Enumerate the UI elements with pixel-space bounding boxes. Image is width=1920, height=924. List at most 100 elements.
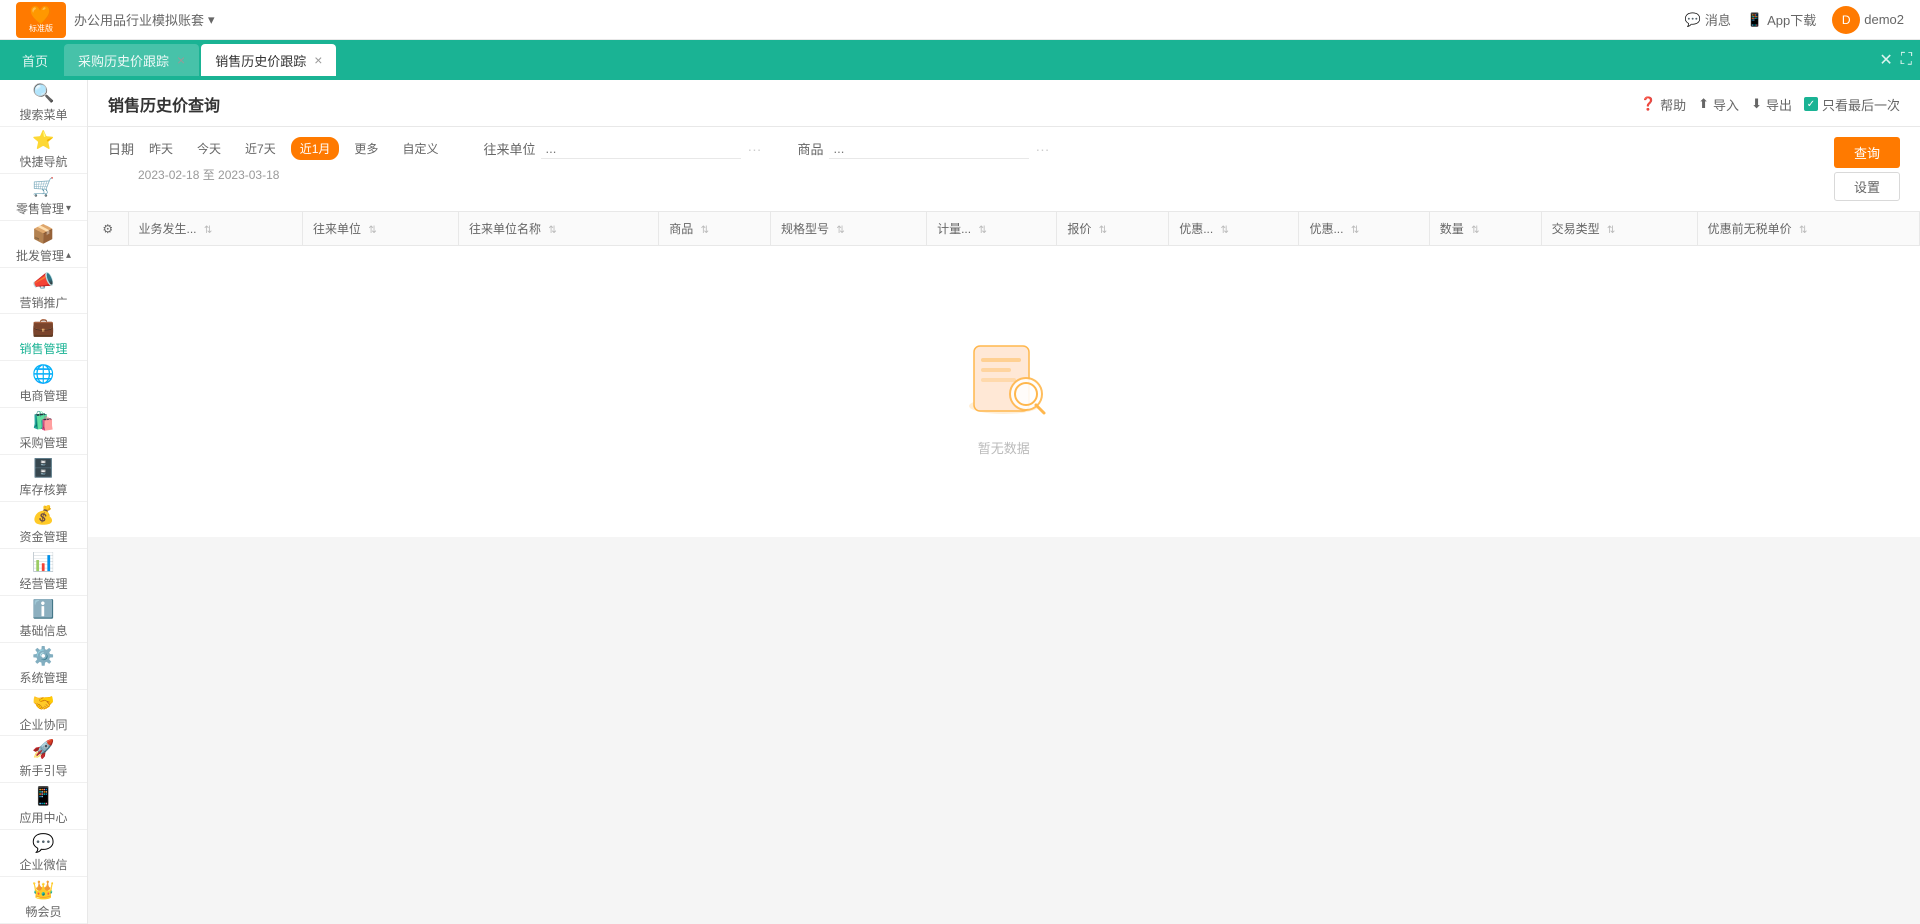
export-btn[interactable]: ⬇ 导出 <box>1751 95 1792 114</box>
wholesale-icon: 📦 <box>32 224 54 245</box>
sidebar-item-ecommerce[interactable]: 🌐 电商管理 <box>0 361 87 408</box>
date-btn-custom[interactable]: 自定义 <box>393 137 447 160</box>
sort-partner-name-icon: ⇅ <box>548 225 556 236</box>
tab-purchase-history[interactable]: 采购历史价跟踪 × <box>64 44 199 76</box>
dropdown-arrow-icon: ▾ <box>208 12 215 28</box>
partner-input[interactable] <box>541 139 741 159</box>
tab-purchase-close-icon[interactable]: × <box>177 52 185 68</box>
sidebar-appcenter-label: 应用中心 <box>19 809 67 826</box>
th-biz-date[interactable]: 业务发生... ⇅ <box>128 212 302 246</box>
partner-picker-icon[interactable]: ··· <box>747 141 761 157</box>
sort-discount2-icon: ⇅ <box>1351 225 1359 236</box>
th-unit[interactable]: 计量... ⇅ <box>927 212 1057 246</box>
th-trade-type[interactable]: 交易类型 ⇅ <box>1541 212 1697 246</box>
sidebar-item-finance[interactable]: 💰 资金管理 <box>0 502 87 549</box>
sidebar-item-search[interactable]: 🔍 搜索菜单 <box>0 80 87 127</box>
empty-state: 暂无数据 <box>88 246 1920 537</box>
filter-line2: 2023-02-18 至 2023-03-18 <box>108 166 1834 183</box>
th-discount1-label: 优惠... <box>1179 222 1213 236</box>
sidebar-item-guide[interactable]: 🚀 新手引导 <box>0 736 87 783</box>
marketing-icon: 📣 <box>32 271 54 292</box>
help-btn[interactable]: ❓ 帮助 <box>1640 95 1686 114</box>
quick-nav-icon: ⭐ <box>32 130 54 151</box>
sidebar-quick-nav-label: 快捷导航 <box>19 153 67 170</box>
app-download-btn[interactable]: 📱 App下载 <box>1747 10 1816 29</box>
page-title: 销售历史价查询 <box>108 92 220 116</box>
goods-picker-icon[interactable]: ··· <box>1035 141 1049 157</box>
table-header: ⚙ 业务发生... ⇅ 往来单位 ⇅ 往来单位名称 ⇅ <box>88 212 1920 246</box>
main-layout: 🔍 搜索菜单 ⭐ 快捷导航 🛒 零售管理 ▾ 📦 批发管理 ▴ 📣 营销推广 <box>0 80 1920 924</box>
sidebar-item-inventory[interactable]: 🗄️ 库存核算 <box>0 455 87 502</box>
th-unit-label: 计量... <box>937 222 971 236</box>
th-price[interactable]: 报价 ⇅ <box>1057 212 1169 246</box>
sidebar-item-appcenter[interactable]: 📱 应用中心 <box>0 783 87 830</box>
sidebar-member-label: 畅会员 <box>25 903 61 920</box>
topbar-right: 💬 消息 📱 App下载 D demo2 <box>1685 6 1904 34</box>
filter-btns: 查询 设置 <box>1834 137 1900 201</box>
filter-goods-group: 商品 ··· <box>797 139 1049 159</box>
th-pre-tax-price[interactable]: 优惠前无税单价 ⇅ <box>1697 212 1919 246</box>
message-btn[interactable]: 💬 消息 <box>1685 10 1731 29</box>
purchase-icon: 🛍️ <box>32 411 54 432</box>
sort-trade-type-icon: ⇅ <box>1607 225 1615 236</box>
only-last-checkbox[interactable]: ✓ <box>1804 97 1818 111</box>
date-btn-more[interactable]: 更多 <box>345 137 387 160</box>
date-btn-yesterday[interactable]: 昨天 <box>140 137 182 160</box>
sort-spec-icon: ⇅ <box>836 225 844 236</box>
filter-date-group: 日期 昨天 今天 近7天 近1月 更多 自定义 <box>108 137 447 160</box>
sidebar-finance-label: 资金管理 <box>19 528 67 545</box>
only-last-label: 只看最后一次 <box>1822 95 1900 114</box>
sidebar-wechat-label: 企业微信 <box>19 856 67 873</box>
sidebar-item-retail[interactable]: 🛒 零售管理 ▾ <box>0 174 87 221</box>
tab-expand-icon[interactable]: ⛶ <box>1901 51 1912 69</box>
sidebar-item-enterprise[interactable]: 🤝 企业协同 <box>0 690 87 737</box>
sidebar-item-marketing[interactable]: 📣 营销推广 <box>0 268 87 315</box>
tab-home[interactable]: 首页 <box>8 44 62 76</box>
app-selector[interactable]: 办公用品行业模拟账套 ▾ <box>74 10 215 29</box>
date-btn-today[interactable]: 今天 <box>188 137 230 160</box>
only-last-checkbox-label[interactable]: ✓ 只看最后一次 <box>1804 95 1900 114</box>
filter-line1: 日期 昨天 今天 近7天 近1月 更多 自定义 往来单位 ··· <box>108 137 1834 160</box>
th-partner-code-label: 往来单位 <box>313 222 361 236</box>
import-btn[interactable]: ⬆ 导入 <box>1698 95 1739 114</box>
basic-info-icon: ℹ️ <box>32 599 54 620</box>
settings-button[interactable]: 设置 <box>1834 172 1900 201</box>
sidebar-item-operations[interactable]: 📊 经营管理 <box>0 549 87 596</box>
th-partner-code[interactable]: 往来单位 ⇅ <box>302 212 458 246</box>
sidebar-item-wechat[interactable]: 💬 企业微信 <box>0 830 87 877</box>
appcenter-icon: 📱 <box>32 786 54 807</box>
tab-purchase-label: 采购历史价跟踪 <box>78 51 169 70</box>
th-discount2[interactable]: 优惠... ⇅ <box>1299 212 1429 246</box>
th-partner-name[interactable]: 往来单位名称 ⇅ <box>458 212 658 246</box>
user-menu[interactable]: D demo2 <box>1832 6 1904 34</box>
th-qty[interactable]: 数量 ⇅ <box>1429 212 1541 246</box>
query-button[interactable]: 查询 <box>1834 137 1900 168</box>
sidebar-sales-label: 销售管理 <box>19 340 67 357</box>
user-name: demo2 <box>1864 12 1904 27</box>
date-btn-last7days[interactable]: 近7天 <box>236 137 285 160</box>
sidebar-item-basic-info[interactable]: ℹ️ 基础信息 <box>0 596 87 643</box>
tab-sales-history[interactable]: 销售历史价跟踪 × <box>201 44 336 76</box>
tab-home-label: 首页 <box>22 51 48 70</box>
th-goods[interactable]: 商品 ⇅ <box>659 212 771 246</box>
th-partner-name-label: 往来单位名称 <box>469 222 541 236</box>
th-discount1[interactable]: 优惠... ⇅ <box>1169 212 1299 246</box>
sidebar-item-quick-nav[interactable]: ⭐ 快捷导航 <box>0 127 87 174</box>
topbar: 🧡 标准版 办公用品行业模拟账套 ▾ 💬 消息 📱 App下载 D demo2 <box>0 0 1920 40</box>
logo: 🧡 标准版 <box>16 2 66 38</box>
date-btn-last1month[interactable]: 近1月 <box>291 137 340 160</box>
retail-icon: 🛒 <box>32 177 54 198</box>
sidebar-item-wholesale[interactable]: 📦 批发管理 ▴ <box>0 221 87 268</box>
avatar: D <box>1832 6 1860 34</box>
tab-close-all-icon[interactable]: ✕ <box>1879 50 1892 70</box>
th-settings[interactable]: ⚙ <box>88 212 128 246</box>
th-spec[interactable]: 规格型号 ⇅ <box>771 212 927 246</box>
tab-sales-close-icon[interactable]: × <box>314 52 322 68</box>
sidebar-item-system[interactable]: ⚙️ 系统管理 <box>0 643 87 690</box>
sidebar-item-purchase[interactable]: 🛍️ 采购管理 <box>0 408 87 455</box>
goods-input[interactable] <box>829 139 1029 159</box>
sidebar-item-member[interactable]: 👑 畅会员 <box>0 877 87 924</box>
sales-icon: 💼 <box>32 317 54 338</box>
data-table: ⚙ 业务发生... ⇅ 往来单位 ⇅ 往来单位名称 ⇅ <box>88 212 1920 537</box>
sidebar-item-sales[interactable]: 💼 销售管理 <box>0 314 87 361</box>
